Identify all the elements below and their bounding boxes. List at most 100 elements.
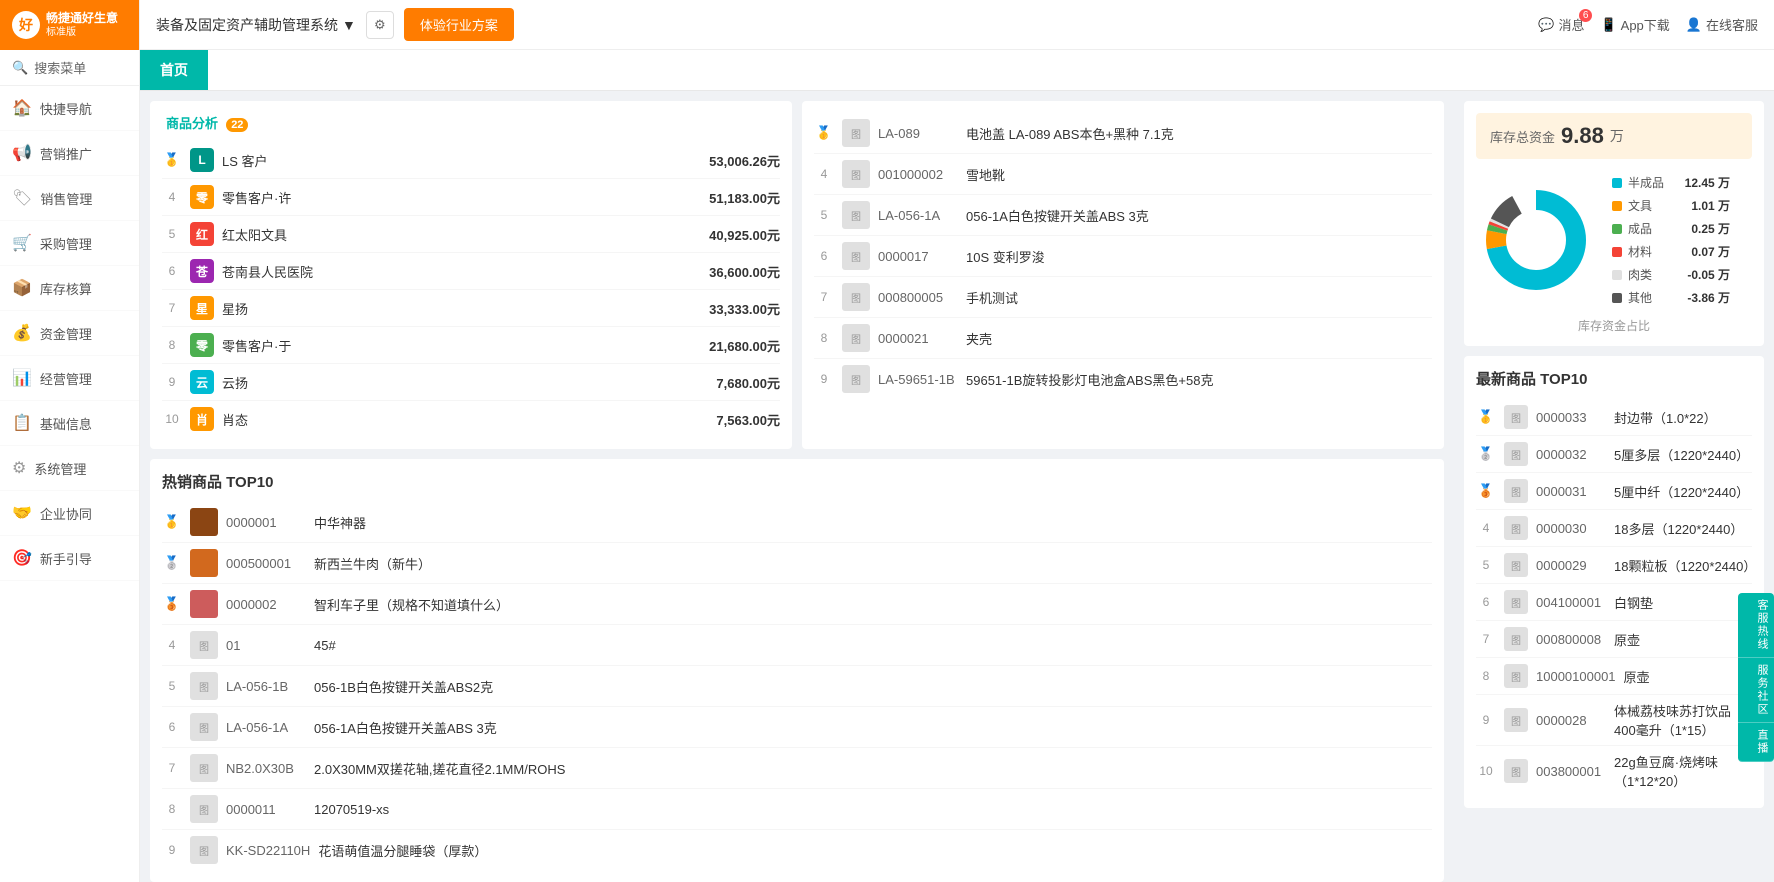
product-thumb: 图 xyxy=(842,365,870,393)
newest-products-list: 🥇 图 0000033 封边带（1.0*22） 🥈 图 0000032 5厘多层… xyxy=(1476,399,1752,796)
product-thumb xyxy=(190,590,218,618)
avatar: L xyxy=(190,148,214,172)
enterprise-icon: 🤝 xyxy=(12,503,32,523)
legend-dot xyxy=(1612,178,1622,188)
float-btn-service[interactable]: 客服热线 xyxy=(1738,593,1774,658)
operation-icon: 📊 xyxy=(12,368,32,388)
legend-dot xyxy=(1612,224,1622,234)
app-download-btn[interactable]: 📱 App下载 xyxy=(1600,15,1669,34)
hot-products-title: 热销商品 TOP10 xyxy=(162,471,1432,492)
product-thumb xyxy=(190,508,218,536)
list-item: 6 图 004100001 白钢垫 xyxy=(1476,584,1752,621)
purchase-icon: 🛒 xyxy=(12,233,32,253)
try-btn[interactable]: 体验行业方案 xyxy=(404,8,514,41)
inventory-footer: 库存资金占比 xyxy=(1476,317,1752,334)
sidebar-item-purchase[interactable]: 🛒 采购管理 xyxy=(0,221,139,266)
tab-home[interactable]: 首页 xyxy=(140,50,208,90)
medal-icon: 🥉 xyxy=(1476,483,1496,499)
home-icon: 🏠 xyxy=(12,98,32,118)
product-panel: 🥇 图 LA-089 电池盖 LA-089 ABS本色+黑种 7.1克 4 图 … xyxy=(802,101,1444,449)
list-item: 9 云 云扬 7,680.00元 xyxy=(162,364,780,401)
sidebar-item-basic[interactable]: 📋 基础信息 xyxy=(0,401,139,446)
message-icon: 💬 xyxy=(1538,17,1554,33)
customer-list: 🥇 L LS 客户 53,006.26元 4 零 零售客户·许 51,183.0… xyxy=(162,142,780,437)
product-thumb: 图 xyxy=(1504,442,1528,466)
sidebar-item-inventory[interactable]: 📦 库存核算 xyxy=(0,266,139,311)
list-item: 7 图 NB2.0X30B 2.0X30MM双搓花轴,搓花直径2.1MM/ROH… xyxy=(162,748,1432,789)
list-item: 4 图 01 45# xyxy=(162,625,1432,666)
system-icon: ⚙ xyxy=(12,458,26,478)
list-item: 8 图 10000100001 原壶 xyxy=(1476,658,1752,695)
list-item: 7 星 星扬 33,333.00元 xyxy=(162,290,780,327)
list-item: 9 图 LA-59651-1B 59651-1B旋转投影灯电池盒ABS黑色+58… xyxy=(814,359,1432,399)
list-item: 🥉 0000002 智利车子里（规格不知道填什么） xyxy=(162,584,1432,625)
list-item: 6 苍 苍南县人民医院 36,600.00元 xyxy=(162,253,780,290)
sidebar-search[interactable]: 🔍 搜索菜单 xyxy=(0,50,139,86)
list-item: 9 图 0000028 体械荔枝味苏打饮品400毫升（1*15） xyxy=(1476,695,1752,746)
dropdown-icon: ▼ xyxy=(342,17,356,33)
list-item: 🥇 图 0000033 封边带（1.0*22） xyxy=(1476,399,1752,436)
legend-dot xyxy=(1612,293,1622,303)
sidebar-item-finance[interactable]: 💰 资金管理 xyxy=(0,311,139,356)
inventory-chart: 半成品 12.45 万 文具 1.01 万 成品 0.25 万 xyxy=(1476,171,1752,309)
marketing-icon: 📢 xyxy=(12,143,32,163)
product-thumb: 图 xyxy=(190,672,218,700)
list-item: 4 图 001000002 雪地靴 xyxy=(814,154,1432,195)
list-item: 🥈 000500001 新西兰牛肉（新牛） xyxy=(162,543,1432,584)
avatar: 红 xyxy=(190,222,214,246)
product-thumb: 图 xyxy=(190,836,218,864)
avatar: 云 xyxy=(190,370,214,394)
online-service-btn[interactable]: 👤 在线客服 xyxy=(1686,15,1758,34)
medal-icon: 🥇 xyxy=(162,152,182,168)
medal-icon: 🥈 xyxy=(1476,446,1496,462)
list-item: 4 图 0000030 18多层（1220*2440） xyxy=(1476,510,1752,547)
legend-item: 半成品 12.45 万 xyxy=(1612,171,1730,194)
main-area: 装备及固定资产辅助管理系统 ▼ ⚙ 体验行业方案 💬 消息 6 📱 App下载 … xyxy=(140,0,1774,882)
sidebar-item-system[interactable]: ⚙ 系统管理 xyxy=(0,446,139,491)
logo-icon: 好 xyxy=(12,11,40,39)
product-thumb: 图 xyxy=(1504,590,1528,614)
service-icon: 👤 xyxy=(1686,17,1702,33)
avatar: 肖 xyxy=(190,407,214,431)
newest-products-title: 最新商品 TOP10 xyxy=(1476,368,1752,389)
message-btn[interactable]: 💬 消息 6 xyxy=(1538,15,1584,34)
finance-icon: 💰 xyxy=(12,323,32,343)
sidebar-item-operation[interactable]: 📊 经营管理 xyxy=(0,356,139,401)
system-selector[interactable]: 装备及固定资产辅助管理系统 ▼ xyxy=(156,15,356,35)
logo-text: 畅捷通好生意 标准版 xyxy=(46,11,118,40)
content-right: 库存总资金 9.88 万 xyxy=(1454,91,1774,882)
legend-dot xyxy=(1612,270,1622,280)
sales-icon: 🏷 xyxy=(12,188,32,208)
product-thumb: 图 xyxy=(842,324,870,352)
list-item: 5 红 红太阳文具 40,925.00元 xyxy=(162,216,780,253)
list-item: 9 图 KK-SD22110H 花语萌值温分腿睡袋（厚款） xyxy=(162,830,1432,870)
sidebar-item-home[interactable]: 🏠 快捷导航 xyxy=(0,86,139,131)
sidebar-item-enterprise[interactable]: 🤝 企业协同 xyxy=(0,491,139,536)
phone-icon: 📱 xyxy=(1600,17,1616,33)
settings-button[interactable]: ⚙ xyxy=(366,11,394,39)
content: 商品分析 22 🥇 L LS 客户 53,006.26元 4 零 xyxy=(140,91,1774,882)
list-item: 🥉 图 0000031 5厘中纤（1220*2440） xyxy=(1476,473,1752,510)
legend-list: 半成品 12.45 万 文具 1.01 万 成品 0.25 万 xyxy=(1612,171,1730,309)
sidebar-logo: 好 畅捷通好生意 标准版 xyxy=(0,0,139,50)
sidebar-item-sales[interactable]: 🏷 销售管理 xyxy=(0,176,139,221)
sidebar: 好 畅捷通好生意 标准版 🔍 搜索菜单 🏠 快捷导航 📢 营销推广 🏷 销售管理… xyxy=(0,0,140,882)
legend-item: 肉类 -0.05 万 xyxy=(1612,263,1730,286)
float-btn-community[interactable]: 服务社区 xyxy=(1738,658,1774,723)
legend-dot xyxy=(1612,247,1622,257)
top-row: 商品分析 22 🥇 L LS 客户 53,006.26元 4 零 xyxy=(150,101,1444,449)
legend-item: 成品 0.25 万 xyxy=(1612,217,1730,240)
list-item: 8 图 0000021 夹壳 xyxy=(814,318,1432,359)
sidebar-item-guide[interactable]: 🎯 新手引导 xyxy=(0,536,139,581)
product-thumb: 图 xyxy=(1504,708,1528,732)
sidebar-item-marketing[interactable]: 📢 营销推广 xyxy=(0,131,139,176)
product-thumb: 图 xyxy=(190,754,218,782)
product-thumb: 图 xyxy=(1504,759,1528,783)
topbar-right: 💬 消息 6 📱 App下载 👤 在线客服 xyxy=(1538,15,1758,34)
medal-icon: 🥇 xyxy=(814,125,834,141)
message-badge: 6 xyxy=(1579,9,1593,22)
float-btn-live[interactable]: 直播 xyxy=(1738,723,1774,762)
list-item: 5 图 0000029 18颗粒板（1220*2440） xyxy=(1476,547,1752,584)
list-item: 6 图 LA-056-1A 056-1A白色按键开关盖ABS 3克 xyxy=(162,707,1432,748)
guide-icon: 🎯 xyxy=(12,548,32,568)
